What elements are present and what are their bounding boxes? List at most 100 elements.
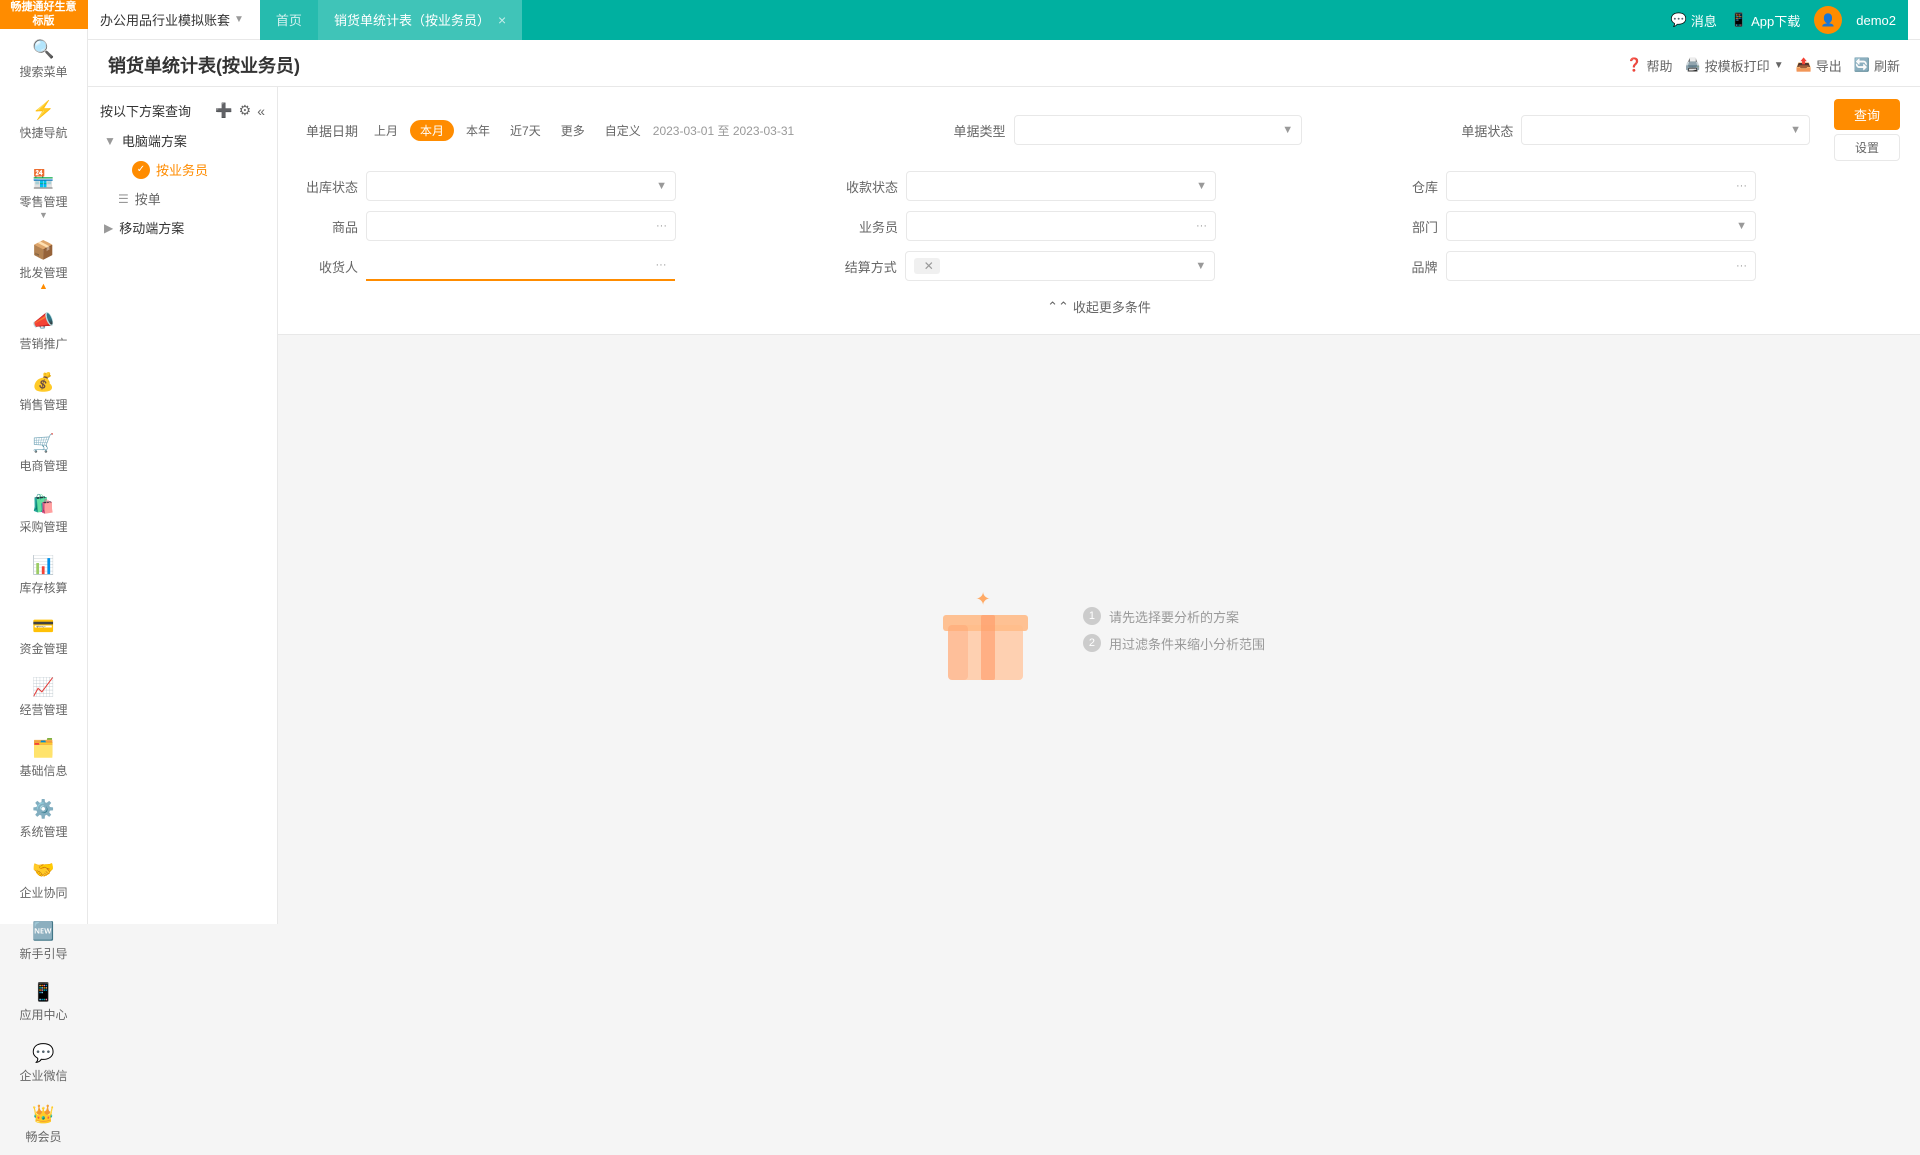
messages-btn[interactable]: 💬 消息 [1671, 11, 1717, 30]
sidebar-item-search[interactable]: 🔍 搜索菜单 [0, 29, 88, 90]
step-2-text: 用过滤条件来缩小分析范围 [1109, 634, 1265, 653]
sidebar-item-sales[interactable]: 💰 销售管理 [0, 362, 88, 423]
sidebar-retail-label: 零售管理 [19, 193, 67, 210]
filter-area: 单据日期 上月 本月 本年 近7天 更多 自定义 2023-03-01 至 20… [278, 87, 1920, 335]
query-button[interactable]: 查询 [1834, 99, 1900, 130]
collapse-btn[interactable]: ⌃⌃ 收起更多条件 [298, 291, 1900, 322]
tree-section-mobile[interactable]: ▶ 移动端方案 [88, 213, 277, 242]
sidebar-item-purchase[interactable]: 🛍️ 采购管理 [0, 484, 88, 545]
pay-status-field[interactable]: ▼ [906, 171, 1216, 201]
settings-button[interactable]: 设置 [1834, 134, 1900, 161]
warehouse-field[interactable]: ··· [1446, 171, 1756, 201]
print-label: 按模板打印 [1705, 56, 1770, 75]
type-label: 单据类型 [946, 121, 1006, 140]
retail-expand-icon: ▼ [39, 210, 48, 220]
dept-field[interactable]: ▼ [1446, 211, 1756, 241]
empty-illustration: ✦ [933, 575, 1043, 685]
sidebar-item-system[interactable]: ⚙️ 系统管理 [0, 789, 88, 850]
sidebar-search-label: 搜索菜单 [19, 63, 67, 80]
collapse-panel-icon[interactable]: « [257, 103, 265, 119]
sidebar-finance-label: 资金管理 [19, 640, 67, 657]
settings-scheme-icon[interactable]: ⚙ [239, 102, 252, 119]
page-container: 销货单统计表(按业务员) ❓ 帮助 🖨️ 按模板打印 ▼ 📤 导出 🔄 刷 [88, 40, 1920, 924]
settle-field[interactable]: ✕ ▼ [905, 251, 1216, 281]
sidebar-item-onboarding[interactable]: 🆕 新手引导 [0, 911, 88, 972]
sidebar-item-wholesale[interactable]: 📦 批发管理 ▲ [0, 230, 88, 301]
tree-pc-label: 电脑端方案 [122, 131, 187, 150]
sidebar-item-finance[interactable]: 💳 资金管理 [0, 606, 88, 667]
status-label: 单据状态 [1453, 121, 1513, 140]
empty-steps: 1 请先选择要分析的方案 2 用过滤条件来缩小分析范围 [1083, 607, 1265, 653]
help-btn[interactable]: ❓ 帮助 [1626, 56, 1672, 75]
dept-dropdown-icon: ▼ [1736, 220, 1747, 232]
salesperson-field[interactable]: ··· [906, 211, 1216, 241]
refresh-label: 刷新 [1874, 56, 1900, 75]
sidebar-item-collab[interactable]: 🤝 企业协同 [0, 850, 88, 911]
date-range-value: 2023-03-01 至 2023-03-31 [653, 122, 794, 139]
date-this-year[interactable]: 本年 [458, 120, 498, 141]
print-icon: 🖨️ [1684, 57, 1700, 73]
status-field[interactable]: ▼ [1521, 115, 1810, 145]
help-label: 帮助 [1646, 56, 1672, 75]
purchase-icon: 🛍️ [32, 494, 54, 515]
filter-row-1: 单据日期 上月 本月 本年 近7天 更多 自定义 2023-03-01 至 20… [298, 99, 1900, 161]
right-panel: 单据日期 上月 本月 本年 近7天 更多 自定义 2023-03-01 至 20… [278, 87, 1920, 924]
add-scheme-icon[interactable]: ➕ [215, 102, 232, 119]
sidebar-item-basic[interactable]: 🗂️ 基础信息 [0, 728, 88, 789]
marketing-icon: 📣 [32, 311, 54, 332]
workspace-selector[interactable]: 办公用品行业模拟账套 ▼ [100, 10, 244, 29]
sidebar-inventory-label: 库存核算 [19, 579, 67, 596]
tab-bar: 首页 销货单统计表（按业务员） × [260, 0, 1849, 40]
workspace-chevron-icon: ▼ [234, 14, 244, 25]
sidebar-item-ops[interactable]: 📈 经营管理 [0, 667, 88, 728]
messages-label: 消息 [1691, 11, 1717, 30]
brand-field[interactable]: ··· [1446, 251, 1757, 281]
print-btn[interactable]: 🖨️ 按模板打印 ▼ [1684, 56, 1783, 75]
sidebar-item-marketing[interactable]: 📣 营销推广 [0, 301, 88, 362]
sidebar-item-quicknav[interactable]: ⚡ 快捷导航 [0, 90, 88, 151]
logo-text: 畅捷通好生意 [11, 0, 77, 14]
search-icon: 🔍 [32, 39, 54, 60]
export-icon: 📤 [1796, 57, 1812, 73]
empty-step-1: 1 请先选择要分析的方案 [1083, 607, 1265, 626]
settle-tag: ✕ [914, 258, 940, 274]
sidebar-item-member[interactable]: 👑 畅会员 [0, 1094, 88, 1155]
sidebar-item-wechat[interactable]: 💬 企业微信 [0, 1033, 88, 1094]
tree-item-salesperson[interactable]: ✓ 按业务员 [88, 155, 277, 184]
receiver-field[interactable]: ··· [366, 251, 675, 281]
receiver-label: 收货人 [298, 257, 358, 276]
empty-box-svg: ✦ [933, 575, 1043, 685]
sidebar-item-appstore[interactable]: 📱 应用中心 [0, 972, 88, 1033]
date-this-month[interactable]: 本月 [410, 120, 454, 141]
top-nav: 办公用品行业模拟账套 ▼ 首页 销货单统计表（按业务员） × ─ ⬜ 💬 消息 … [88, 0, 1920, 40]
sidebar-ecommerce-label: 电商管理 [19, 457, 67, 474]
type-dropdown-icon: ▼ [1282, 124, 1293, 136]
step-num-1: 1 [1083, 607, 1101, 625]
order-scheme-icon: ☰ [118, 192, 129, 206]
export-btn[interactable]: 📤 导出 [1796, 56, 1842, 75]
date-prev-month[interactable]: 上月 [366, 120, 406, 141]
refresh-btn[interactable]: 🔄 刷新 [1854, 56, 1900, 75]
sidebar-item-inventory[interactable]: 📊 库存核算 [0, 545, 88, 606]
settle-tag-remove[interactable]: ✕ [924, 259, 934, 273]
date-7days[interactable]: 近7天 [502, 120, 549, 141]
sidebar-sales-label: 销售管理 [19, 396, 67, 413]
app-download-btn[interactable]: 📱 App下载 [1731, 11, 1800, 30]
tab-home[interactable]: 首页 [260, 0, 318, 40]
tree-item-byorder[interactable]: ☰ 按单 [88, 184, 277, 213]
type-field[interactable]: ▼ [1014, 115, 1303, 145]
avatar-img: 👤 [1821, 13, 1836, 27]
tab-close-icon[interactable]: × [498, 12, 506, 28]
tree-section-pc[interactable]: ▼ 电脑端方案 [88, 126, 277, 155]
filter-row-3: 商品 ··· 业务员 ··· 部门 [298, 211, 1900, 241]
sidebar-collab-label: 企业协同 [19, 884, 67, 901]
goods-field[interactable]: ··· [366, 211, 676, 241]
sidebar-item-ecommerce[interactable]: 🛒 电商管理 [0, 423, 88, 484]
quicknav-icon: ⚡ [32, 100, 54, 121]
date-more[interactable]: 更多 [553, 120, 593, 141]
out-status-field[interactable]: ▼ [366, 171, 676, 201]
download-icon: 📱 [1731, 12, 1747, 28]
tab-report[interactable]: 销货单统计表（按业务员） × [318, 0, 522, 40]
sidebar-item-retail[interactable]: 🏪 零售管理 ▼ [0, 159, 88, 230]
date-custom[interactable]: 自定义 [597, 120, 649, 141]
